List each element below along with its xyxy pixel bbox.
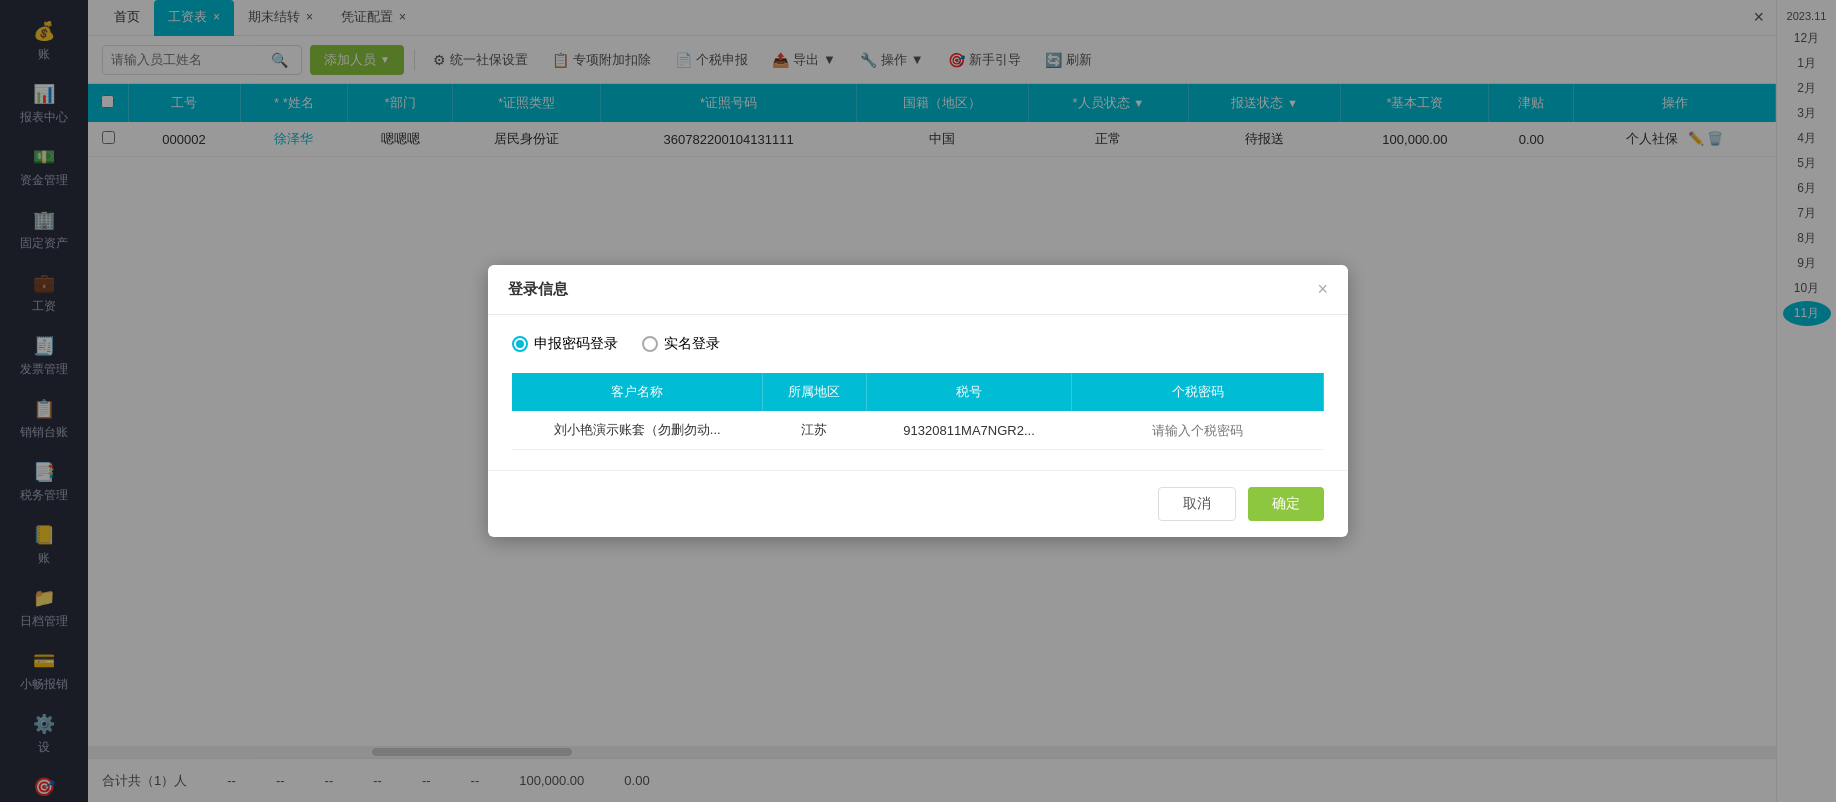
dialog-footer: 取消 确定: [488, 470, 1348, 537]
radio-password-circle: [512, 336, 528, 352]
confirm-button[interactable]: 确定: [1248, 487, 1324, 521]
client-table: 客户名称 所属地区 税号 个税密码 刘小艳演示账套（勿删勿动... 江苏 913…: [512, 373, 1324, 450]
tax-password-input[interactable]: [1086, 423, 1310, 438]
col-tax-no: 税号: [867, 373, 1072, 411]
radio-password-label: 申报密码登录: [534, 335, 618, 353]
client-password-cell[interactable]: [1072, 411, 1324, 450]
client-name-cell: 刘小艳演示账套（勿删勿动...: [512, 411, 762, 450]
radio-realname-circle: [642, 336, 658, 352]
client-tax-no-cell: 91320811MA7NGR2...: [867, 411, 1072, 450]
col-tax-password: 个税密码: [1072, 373, 1324, 411]
dialog-overlay: 登录信息 × 申报密码登录 实名登录 客户名称 所属地区: [0, 0, 1836, 802]
radio-realname-label: 实名登录: [664, 335, 720, 353]
dialog-close-button[interactable]: ×: [1317, 279, 1328, 300]
radio-realname-login[interactable]: 实名登录: [642, 335, 720, 353]
col-client-name: 客户名称: [512, 373, 762, 411]
dialog-header: 登录信息 ×: [488, 265, 1348, 315]
client-table-row: 刘小艳演示账套（勿删勿动... 江苏 91320811MA7NGR2...: [512, 411, 1324, 450]
cancel-button[interactable]: 取消: [1158, 487, 1236, 521]
login-type-radio-group: 申报密码登录 实名登录: [512, 335, 1324, 353]
client-region-cell: 江苏: [762, 411, 866, 450]
radio-password-login[interactable]: 申报密码登录: [512, 335, 618, 353]
col-region: 所属地区: [762, 373, 866, 411]
dialog-title: 登录信息: [508, 280, 568, 299]
dialog-body: 申报密码登录 实名登录 客户名称 所属地区 税号 个税密码: [488, 315, 1348, 470]
login-info-dialog: 登录信息 × 申报密码登录 实名登录 客户名称 所属地区: [488, 265, 1348, 537]
